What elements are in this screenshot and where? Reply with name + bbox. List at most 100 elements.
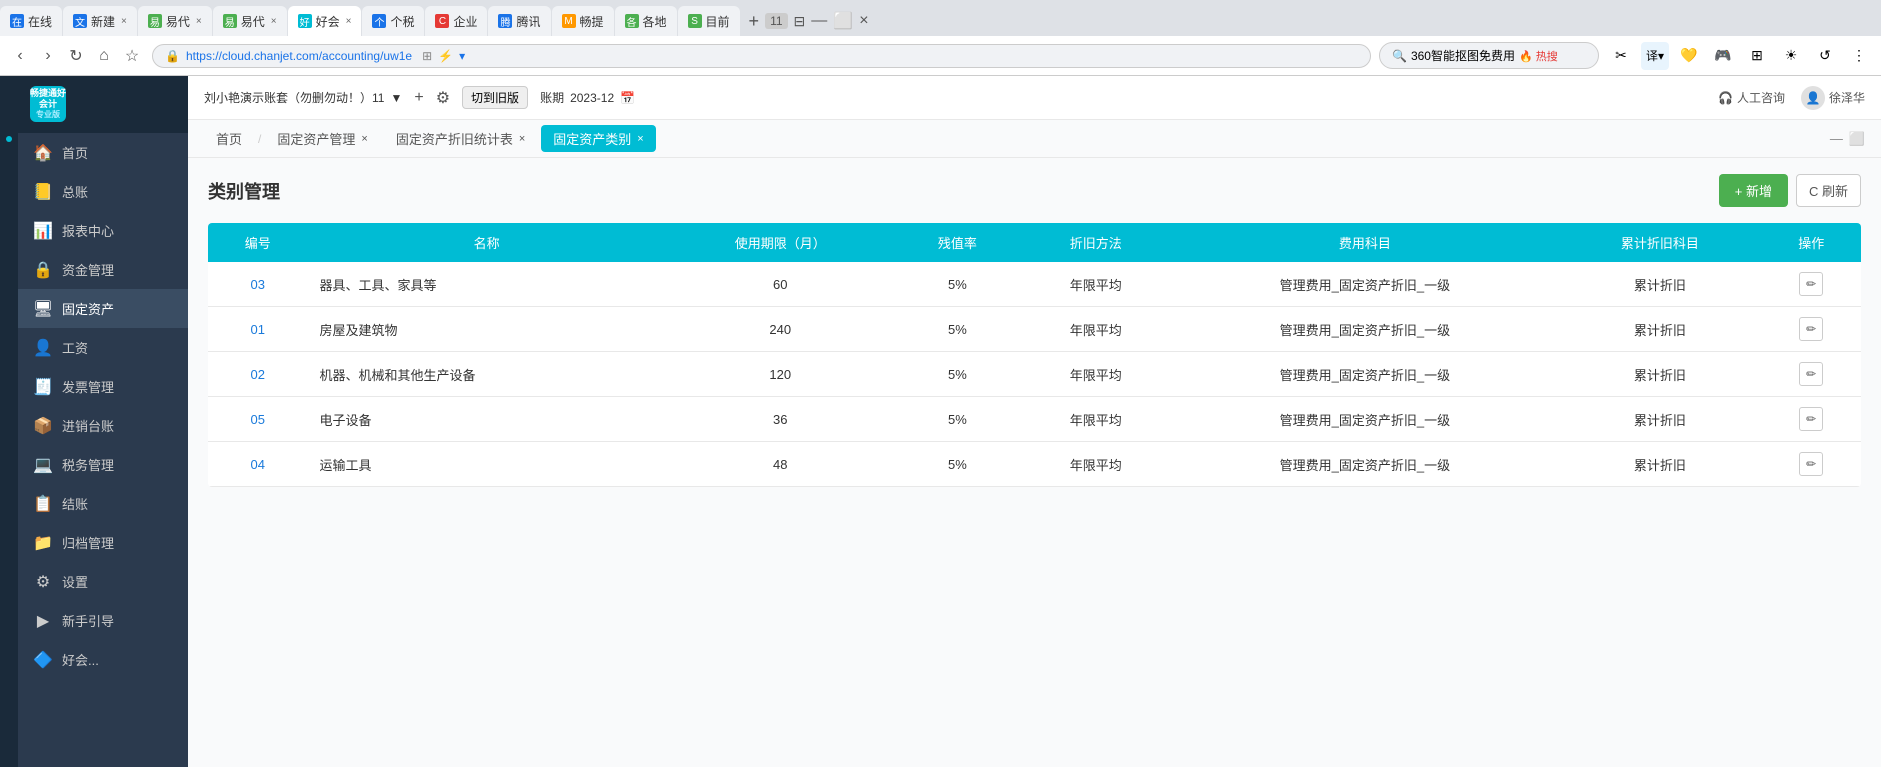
reports-icon: 📊: [34, 222, 52, 240]
refresh-button[interactable]: ↻: [64, 44, 88, 68]
refresh-button[interactable]: C 刷新: [1796, 174, 1861, 207]
browser-tab-4[interactable]: 易 易代 ×: [213, 6, 287, 36]
tab-close-3[interactable]: ×: [196, 16, 202, 27]
cell-period-3: 36: [666, 397, 895, 442]
sidebar-item-purchase-sales[interactable]: 📦 进销台账: [18, 406, 188, 445]
cell-accumulated-3: 累计折旧: [1558, 397, 1761, 442]
translate-icon[interactable]: 译▾: [1641, 42, 1669, 70]
cell-period-2: 120: [666, 352, 895, 397]
new-category-button[interactable]: + 新增: [1719, 174, 1788, 207]
tab-icon-4: 易: [223, 14, 237, 28]
url-expand-icon: ⊞: [422, 49, 432, 63]
tab-close-5[interactable]: ×: [346, 16, 352, 27]
sidebar-item-payroll[interactable]: 👤 工资: [18, 328, 188, 367]
cell-code-4[interactable]: 04: [208, 442, 308, 487]
add-account-button[interactable]: +: [414, 89, 423, 107]
history-icon[interactable]: ↺: [1811, 42, 1839, 70]
sidebar-label-archive: 归档管理: [62, 533, 114, 552]
sidebar-item-fixed-assets[interactable]: 🖥 固定资产: [18, 289, 188, 328]
sidebar-item-home[interactable]: 🏠 首页: [18, 133, 188, 172]
home-button[interactable]: ⌂: [92, 44, 116, 68]
account-settings-button[interactable]: ⚙: [436, 88, 450, 108]
tab-icon-11: S: [688, 14, 702, 28]
sidebar-item-reports[interactable]: 📊 报表中心: [18, 211, 188, 250]
breadcrumb-sep-1: /: [258, 132, 261, 146]
cell-code-0[interactable]: 03: [208, 262, 308, 307]
browser-tab-7[interactable]: C 企业: [425, 6, 487, 36]
cell-code-2[interactable]: 02: [208, 352, 308, 397]
browser-tab-8[interactable]: 腾 腾讯: [488, 6, 550, 36]
sidebar-item-funds[interactable]: 🔒 资金管理: [18, 250, 188, 289]
search-bar[interactable]: 🔍 360智能抠图免费用 🔥 热搜: [1379, 42, 1599, 69]
tab-depreciation-close[interactable]: ×: [519, 133, 525, 145]
bookmark-button[interactable]: ☆: [120, 44, 144, 68]
switch-version-button[interactable]: 切到旧版: [462, 86, 528, 109]
browser-tab-11[interactable]: S 目前: [678, 6, 740, 36]
consult-button[interactable]: 🎧 人工咨询: [1718, 89, 1785, 106]
tab-asset-category[interactable]: 固定资产类别 ×: [541, 125, 655, 152]
tab-fixed-assets-mgmt-close[interactable]: ×: [361, 133, 367, 145]
close-window-button[interactable]: ×: [859, 12, 868, 30]
section-title: 类别管理: [208, 178, 280, 204]
cell-accumulated-0: 累计折旧: [1558, 262, 1761, 307]
brightness-icon[interactable]: ☀: [1777, 42, 1805, 70]
browser-tab-2[interactable]: 文 新建 ×: [63, 6, 137, 36]
sidebar-item-ledger[interactable]: 📒 总账: [18, 172, 188, 211]
edit-button-3[interactable]: ✏: [1799, 407, 1823, 431]
sidebar-item-invoice[interactable]: 🧾 发票管理: [18, 367, 188, 406]
back-button[interactable]: ‹: [8, 44, 32, 68]
sidebar-item-more[interactable]: 🔷 好会...: [18, 640, 188, 679]
tab-close-4[interactable]: ×: [271, 16, 277, 27]
closing-icon: 📋: [34, 495, 52, 513]
tab-fixed-assets-mgmt[interactable]: 固定资产管理 ×: [265, 125, 379, 152]
url-bar[interactable]: 🔒 https://cloud.chanjet.com/accounting/u…: [152, 44, 1371, 68]
browser-tab-6[interactable]: 个 个税: [362, 6, 424, 36]
tab-close-2[interactable]: ×: [121, 16, 127, 27]
browser-tab-10[interactable]: 各 各地: [615, 6, 677, 36]
edit-button-1[interactable]: ✏: [1799, 317, 1823, 341]
tab-asset-category-close[interactable]: ×: [637, 133, 643, 145]
tab-depreciation-table[interactable]: 固定资产折旧统计表 ×: [384, 125, 537, 152]
user-dropdown-icon[interactable]: ▼: [390, 91, 402, 105]
sidebar-item-guide[interactable]: ▶ 新手引导: [18, 601, 188, 640]
more-menu-icon[interactable]: ⋮: [1845, 42, 1873, 70]
tab-icon-7: C: [435, 14, 449, 28]
sidebar-item-closing[interactable]: 📋 结账: [18, 484, 188, 523]
user-profile[interactable]: 👤 徐泽华: [1801, 86, 1865, 110]
url-dropdown-icon[interactable]: ▾: [459, 49, 465, 63]
edit-button-0[interactable]: ✏: [1799, 272, 1823, 296]
search-icon: 🔍: [1392, 49, 1407, 63]
tab-label-3: 易代: [166, 13, 190, 30]
table-header-row: 编号 名称 使用期限（月） 残值率 折旧方法 费用科目 累计折旧科目 操作: [208, 223, 1861, 262]
tab-home[interactable]: 首页: [204, 125, 254, 152]
tab-label-1: 在线: [28, 13, 52, 30]
forward-button[interactable]: ›: [36, 44, 60, 68]
sidebar-label-reports: 报表中心: [62, 221, 114, 240]
maximize-button[interactable]: ⬜: [833, 11, 853, 31]
sidebar-label-more: 好会...: [62, 650, 99, 669]
cell-code-3[interactable]: 05: [208, 397, 308, 442]
more-icon: 🔷: [34, 651, 52, 669]
headset-icon: 🎧: [1718, 91, 1733, 105]
tab-menu-button[interactable]: ⊟: [794, 13, 806, 30]
tab-minimize-icon[interactable]: —: [1830, 131, 1843, 147]
calendar-icon[interactable]: 📅: [620, 91, 635, 105]
browser-tab-3[interactable]: 易 易代 ×: [138, 6, 212, 36]
browser-tab-1[interactable]: 在 在线: [0, 6, 62, 36]
tab-maximize-icon[interactable]: ⬜: [1849, 131, 1865, 147]
wallet-icon[interactable]: 💛: [1675, 42, 1703, 70]
sidebar-item-tax[interactable]: 💻 税务管理: [18, 445, 188, 484]
header-user-info: 刘小艳演示账套（勿删勿动！）11 ▼: [204, 89, 402, 106]
grid-icon[interactable]: ⊞: [1743, 42, 1771, 70]
sidebar-item-archive[interactable]: 📁 归档管理: [18, 523, 188, 562]
browser-tab-9[interactable]: M 畅提: [552, 6, 614, 36]
cell-code-1[interactable]: 01: [208, 307, 308, 352]
cut-icon[interactable]: ✂: [1607, 42, 1635, 70]
new-tab-button[interactable]: +: [749, 11, 760, 32]
browser-tab-5[interactable]: 好 好会 ×: [288, 6, 362, 36]
sidebar-item-settings[interactable]: ⚙ 设置: [18, 562, 188, 601]
edit-button-2[interactable]: ✏: [1799, 362, 1823, 386]
minimize-button[interactable]: —: [811, 12, 827, 30]
edit-button-4[interactable]: ✏: [1799, 452, 1823, 476]
game-icon[interactable]: 🎮: [1709, 42, 1737, 70]
